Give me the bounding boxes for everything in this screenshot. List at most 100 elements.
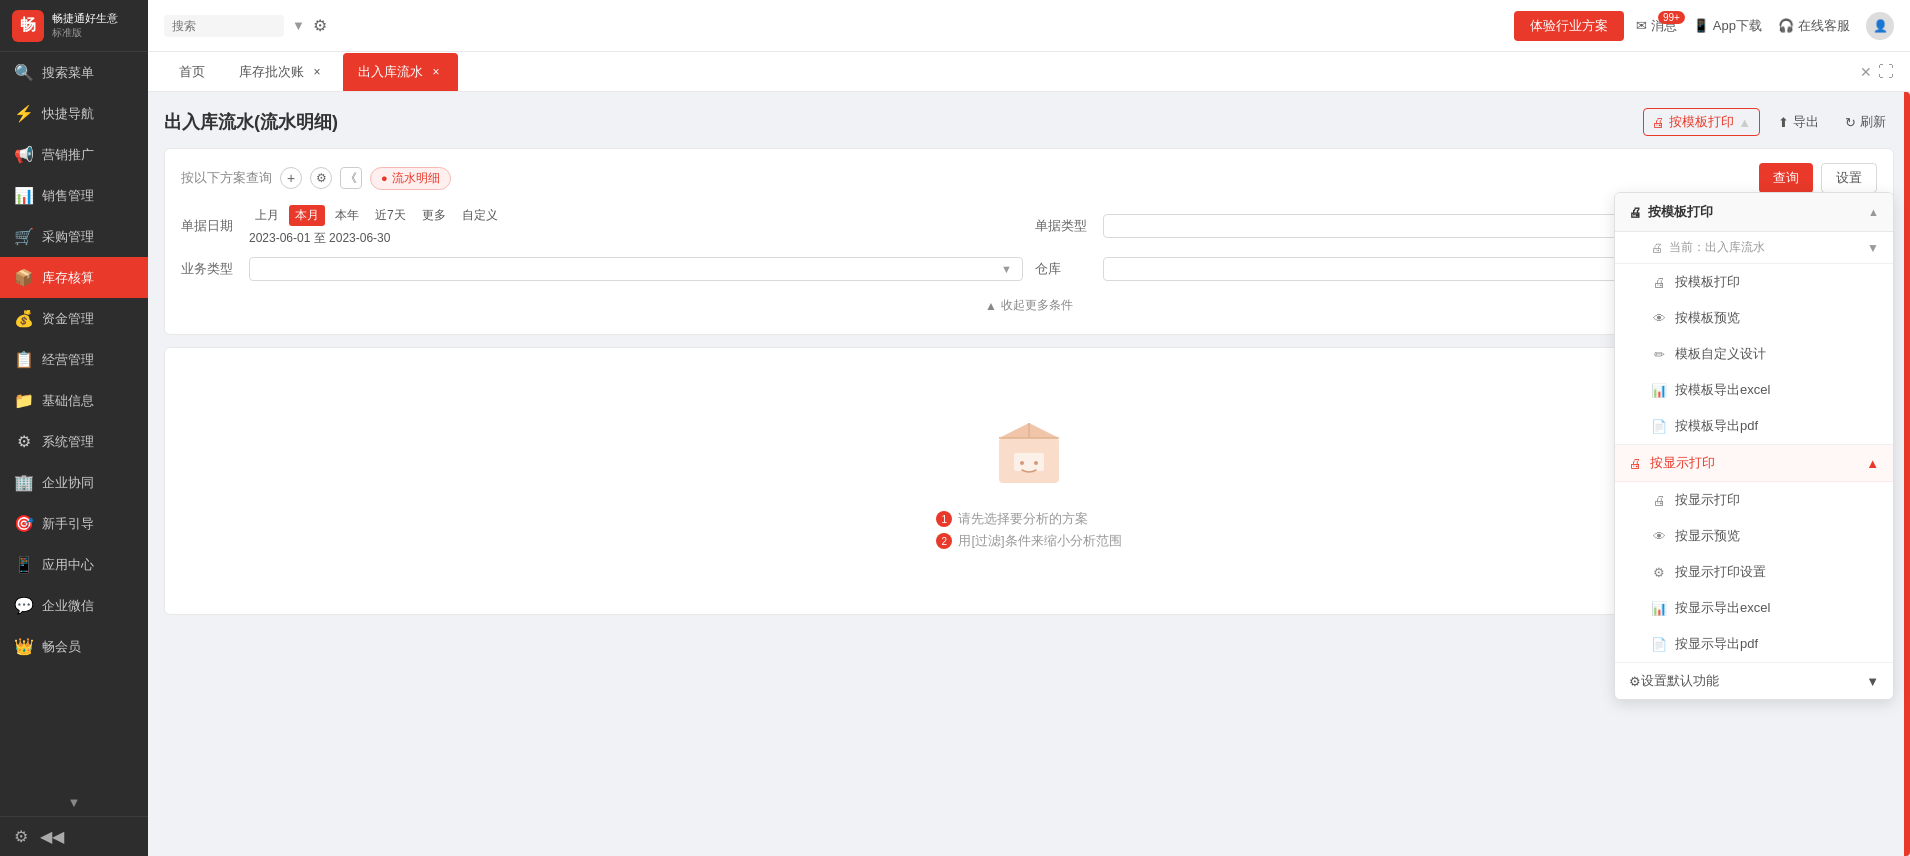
template-export-pdf-icon: 📄 bbox=[1651, 419, 1667, 434]
page-header: 出入库流水(流水明细) 🖨 按模板打印 ▲ ⬆ 导出 ↻ 刷新 bbox=[164, 108, 1894, 136]
purchase-icon: 🛒 bbox=[14, 227, 34, 246]
filter-add-button[interactable]: + bbox=[280, 167, 302, 189]
step2-num: 2 bbox=[936, 533, 952, 549]
sidebar-item-enterprise[interactable]: 🏢 企业协同 bbox=[0, 462, 148, 503]
industry-solution-button[interactable]: 体验行业方案 bbox=[1514, 11, 1624, 41]
sidebar: 畅 畅捷通好生意 标准版 🔍 搜索菜单 ⚡ 快捷导航 📢 营销推广 📊 销售管理… bbox=[0, 0, 148, 856]
right-edge-bar bbox=[1904, 92, 1910, 856]
date-tab-this-year[interactable]: 本年 bbox=[329, 205, 365, 226]
tab-in-out-flow[interactable]: 出入库流水 × bbox=[343, 53, 458, 91]
dropdown-title-text: 按模板打印 bbox=[1648, 203, 1713, 221]
tab-in-out-flow-close[interactable]: × bbox=[429, 65, 443, 79]
date-tab-this-month[interactable]: 本月 bbox=[289, 205, 325, 226]
breadcrumb-dropdown-icon[interactable]: ▼ bbox=[292, 18, 305, 33]
sidebar-search-label: 搜索菜单 bbox=[42, 64, 94, 82]
print-label: 按模板打印 bbox=[1669, 113, 1734, 131]
breadcrumb-search-input[interactable] bbox=[164, 15, 284, 37]
current-label: 🖨 当前：出入库流水 ▼ bbox=[1615, 232, 1893, 264]
sidebar-item-search[interactable]: 🔍 搜索菜单 bbox=[0, 52, 148, 93]
sidebar-item-finance[interactable]: 💰 资金管理 bbox=[0, 298, 148, 339]
sidebar-item-marketing[interactable]: 📢 营销推广 bbox=[0, 134, 148, 175]
sidebar-item-inventory[interactable]: 📦 库存核算 bbox=[0, 257, 148, 298]
display-export-pdf-label: 按显示导出pdf bbox=[1675, 635, 1758, 653]
sidebar-settings-icon[interactable]: ⚙ bbox=[14, 827, 28, 846]
sidebar-item-wechat[interactable]: 💬 企业微信 bbox=[0, 585, 148, 626]
online-service-label: 在线客服 bbox=[1798, 17, 1850, 35]
date-range-input[interactable]: 2023-06-01 至 2023-06-30 bbox=[249, 230, 1023, 247]
message-icon: ✉ bbox=[1636, 18, 1647, 33]
app-center-label: 应用中心 bbox=[42, 556, 94, 574]
sidebar-collapse-icon[interactable]: ◀◀ bbox=[40, 827, 64, 846]
template-export-excel-icon: 📊 bbox=[1651, 383, 1667, 398]
template-preview-item[interactable]: 👁 按模板预览 bbox=[1615, 300, 1893, 336]
dropdown-collapse-icon[interactable]: ▲ bbox=[1868, 206, 1879, 218]
maximize-tab-button[interactable]: ⛶ bbox=[1878, 63, 1894, 81]
template-export-pdf-item[interactable]: 📄 按模板导出pdf bbox=[1615, 408, 1893, 444]
messages-badge: 99+ bbox=[1658, 11, 1685, 24]
date-tab-more[interactable]: 更多 bbox=[416, 205, 452, 226]
sidebar-item-guide[interactable]: 🎯 新手引导 bbox=[0, 503, 148, 544]
tabbar: 首页 库存批次账 × 出入库流水 × ✕ ⛶ bbox=[148, 52, 1910, 92]
display-preview-item[interactable]: 👁 按显示预览 bbox=[1615, 518, 1893, 554]
warehouse-label: 仓库 bbox=[1035, 260, 1095, 278]
topbar-gear-button[interactable]: ⚙ bbox=[313, 16, 327, 35]
member-icon: 👑 bbox=[14, 637, 34, 656]
sales-icon: 📊 bbox=[14, 186, 34, 205]
query-button[interactable]: 查询 bbox=[1759, 163, 1813, 193]
footer-arrow-icon: ▼ bbox=[1866, 674, 1879, 689]
display-export-excel-item[interactable]: 📊 按显示导出excel bbox=[1615, 590, 1893, 626]
current-text: 当前：出入库流水 bbox=[1669, 239, 1765, 256]
display-section-icon: 🖨 bbox=[1629, 456, 1642, 471]
sidebar-item-sales[interactable]: 📊 销售管理 bbox=[0, 175, 148, 216]
sidebar-item-basic[interactable]: 📁 基础信息 bbox=[0, 380, 148, 421]
app-download-button[interactable]: 📱 App下载 bbox=[1693, 17, 1762, 35]
date-tabs: 上月 本月 本年 近7天 更多 自定义 bbox=[249, 205, 1023, 226]
sidebar-item-system[interactable]: ⚙ 系统管理 bbox=[0, 421, 148, 462]
tab-home[interactable]: 首页 bbox=[164, 53, 220, 91]
online-service-button[interactable]: 🎧 在线客服 bbox=[1778, 17, 1850, 35]
topbar: ▼ ⚙ 体验行业方案 ✉ 消息 99+ 📱 App下载 🎧 在线客服 👤 bbox=[148, 0, 1910, 52]
print-button[interactable]: 🖨 按模板打印 ▲ bbox=[1643, 108, 1760, 136]
display-export-pdf-item[interactable]: 📄 按显示导出pdf bbox=[1615, 626, 1893, 662]
display-print-item[interactable]: 🖨 按显示打印 bbox=[1615, 482, 1893, 518]
export-button[interactable]: ⬆ 导出 bbox=[1770, 109, 1827, 135]
refresh-button[interactable]: ↻ 刷新 bbox=[1837, 109, 1894, 135]
date-tab-last-month[interactable]: 上月 bbox=[249, 205, 285, 226]
filter-chip: ● 流水明细 bbox=[370, 167, 451, 190]
app-center-icon: 📱 bbox=[14, 555, 34, 574]
tab-inventory-batch-close[interactable]: × bbox=[310, 65, 324, 79]
filter-field-date: 单据日期 上月 本月 本年 近7天 更多 自定义 2023-06-01 至 20… bbox=[181, 205, 1023, 247]
template-design-item[interactable]: ✏ 模板自定义设计 bbox=[1615, 336, 1893, 372]
date-tab-custom[interactable]: 自定义 bbox=[456, 205, 504, 226]
refresh-icon: ↻ bbox=[1845, 115, 1856, 130]
template-export-pdf-label: 按模板导出pdf bbox=[1675, 417, 1758, 435]
sidebar-scroll-down[interactable]: ▼ bbox=[0, 789, 148, 816]
biz-type-select[interactable]: ▼ bbox=[249, 257, 1023, 281]
sidebar-item-purchase[interactable]: 🛒 采购管理 bbox=[0, 216, 148, 257]
display-print-settings-item[interactable]: ⚙ 按显示打印设置 bbox=[1615, 554, 1893, 590]
sidebar-item-member[interactable]: 👑 畅会员 bbox=[0, 626, 148, 667]
settings-query-button[interactable]: 设置 bbox=[1821, 163, 1877, 193]
filter-collapse-button[interactable]: 《 bbox=[340, 167, 362, 189]
user-avatar[interactable]: 👤 bbox=[1866, 12, 1894, 40]
sidebar-logo: 畅 畅捷通好生意 标准版 bbox=[0, 0, 148, 52]
template-print-item[interactable]: 🖨 按模板打印 bbox=[1615, 264, 1893, 300]
display-section-header: 🖨 按显示打印 ▲ bbox=[1615, 445, 1893, 482]
refresh-label: 刷新 bbox=[1860, 113, 1886, 131]
avatar-icon: 👤 bbox=[1873, 19, 1888, 33]
filter-chip-label: 流水明细 bbox=[392, 170, 440, 187]
display-section-collapse-icon[interactable]: ▲ bbox=[1866, 456, 1879, 471]
date-tab-7days[interactable]: 近7天 bbox=[369, 205, 412, 226]
dropdown-footer-settings[interactable]: ⚙ 设置默认功能 ▼ bbox=[1615, 663, 1893, 699]
export-icon: ⬆ bbox=[1778, 115, 1789, 130]
export-label: 导出 bbox=[1793, 113, 1819, 131]
template-export-excel-item[interactable]: 📊 按模板导出excel bbox=[1615, 372, 1893, 408]
sidebar-item-operation[interactable]: 📋 经营管理 bbox=[0, 339, 148, 380]
close-all-tabs-button[interactable]: ✕ bbox=[1860, 64, 1872, 80]
tab-inventory-batch-label: 库存批次账 bbox=[239, 63, 304, 81]
tab-inventory-batch[interactable]: 库存批次账 × bbox=[224, 53, 339, 91]
messages-button[interactable]: ✉ 消息 99+ bbox=[1636, 17, 1677, 35]
sidebar-item-app-center[interactable]: 📱 应用中心 bbox=[0, 544, 148, 585]
sidebar-item-quick-nav[interactable]: ⚡ 快捷导航 bbox=[0, 93, 148, 134]
filter-settings-button[interactable]: ⚙ bbox=[310, 167, 332, 189]
